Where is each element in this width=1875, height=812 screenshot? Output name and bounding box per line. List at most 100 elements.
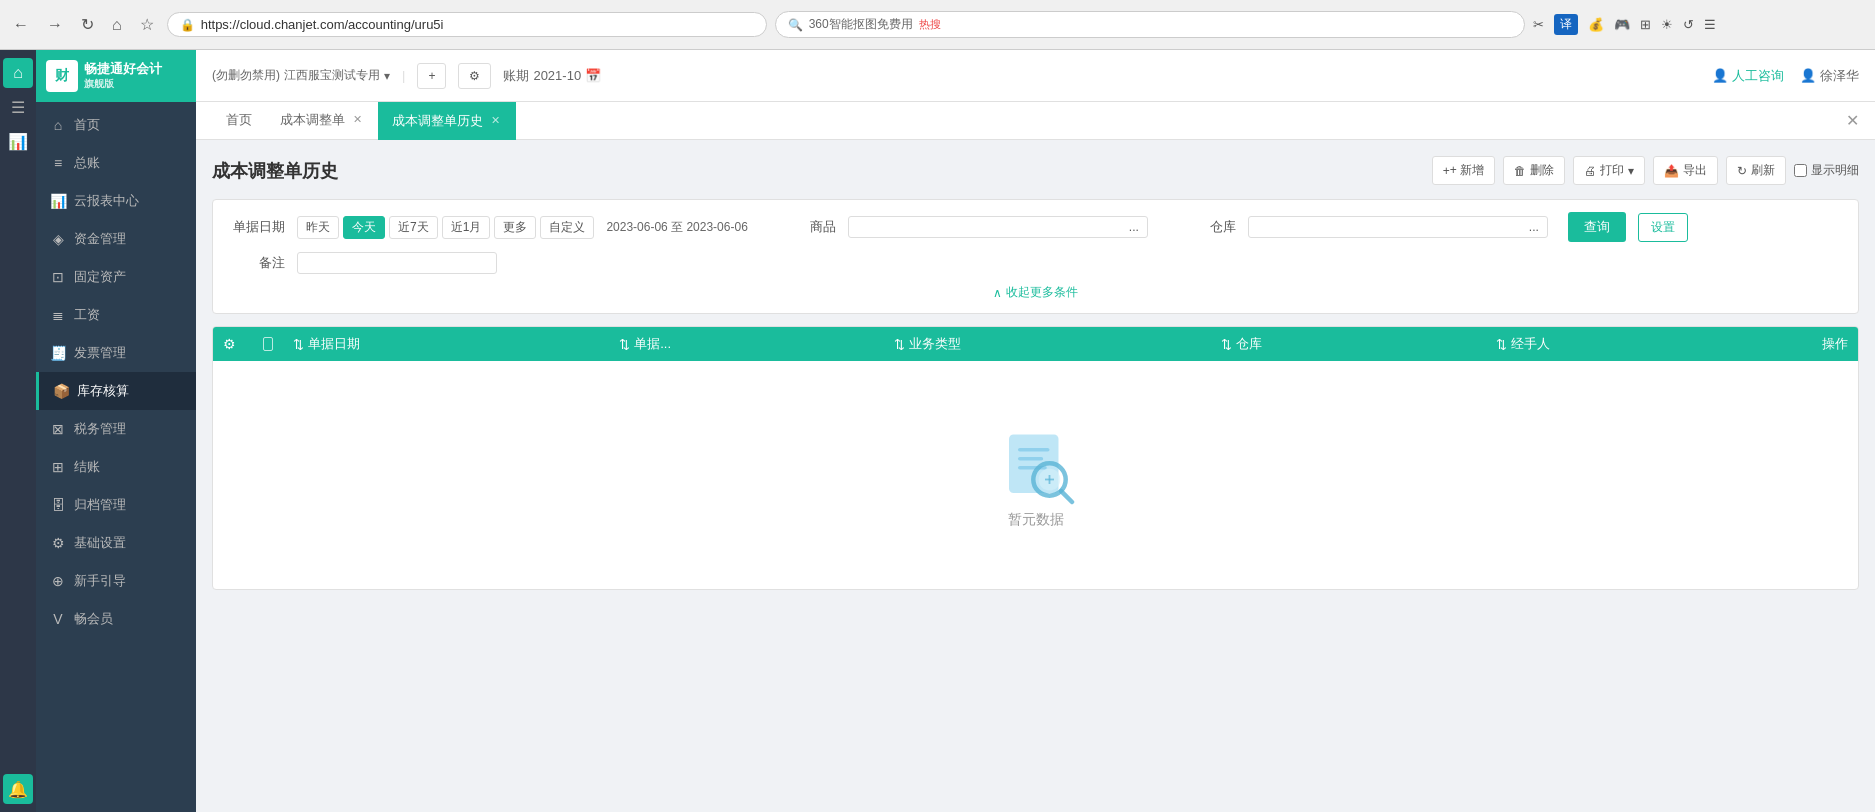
sidebar-item-finance[interactable]: ◈ 资金管理 (36, 220, 196, 258)
sidebar-item-reports[interactable]: 📊 云报表中心 (36, 182, 196, 220)
ssl-icon: 🔒 (180, 18, 195, 32)
th-checkbox[interactable] (253, 329, 283, 359)
icon-bar-chart[interactable]: 📊 (3, 126, 33, 156)
date-filter-buttons: 昨天 今天 近7天 近1月 更多 自定义 (297, 216, 594, 239)
calendar-icon[interactable]: 📅 (585, 68, 601, 83)
sidebar-item-close[interactable]: ⊞ 结账 (36, 448, 196, 486)
th-type[interactable]: ⇅ 业务类型 (884, 327, 1210, 361)
sidebar-label-member: 畅会员 (74, 610, 113, 628)
table-empty-state: 暂元数据 (213, 361, 1858, 589)
cut-icon[interactable]: ✂ (1533, 17, 1544, 32)
menu-icon[interactable]: ☰ (1704, 17, 1716, 32)
collapse-row: ∧ 收起更多条件 (229, 284, 1842, 301)
th-settings[interactable]: ⚙ (213, 328, 253, 360)
sidebar-item-assets[interactable]: ⊡ 固定资产 (36, 258, 196, 296)
collapse-icon: ∧ (993, 286, 1002, 300)
sidebar-item-inventory[interactable]: 📦 库存核算 (36, 372, 196, 410)
address-bar[interactable]: 🔒 https://cloud.chanjet.com/accounting/u… (167, 12, 767, 37)
sidebar-nav: ⌂ 首页 ≡ 总账 📊 云报表中心 ◈ 资金管理 ⊡ 固定资产 ≣ 工资 (36, 102, 196, 812)
tab-home[interactable]: 首页 (212, 102, 266, 140)
sidebar: 财 畅捷通好会计 旗舰版 ⌂ 首页 ≡ 总账 📊 云报表中心 ◈ 资金管理 (36, 50, 196, 812)
company-selector[interactable]: (勿删勿禁用) 江西服宝测试专用 ▾ (212, 67, 390, 84)
topbar: (勿删勿禁用) 江西服宝测试专用 ▾ | + ⚙ 账期 2021-10 📅 👤 … (196, 50, 1875, 102)
goods-filter-select[interactable]: ... (848, 216, 1148, 238)
user-menu[interactable]: 👤 徐泽华 (1800, 67, 1859, 85)
sidebar-item-ledger[interactable]: ≡ 总账 (36, 144, 196, 182)
sidebar-item-payroll[interactable]: ≣ 工资 (36, 296, 196, 334)
user-name: 徐泽华 (1820, 67, 1859, 85)
date-custom-btn[interactable]: 自定义 (540, 216, 594, 239)
divider-1: | (402, 68, 405, 83)
refresh-button[interactable]: ↻ (76, 13, 99, 36)
query-button[interactable]: 查询 (1568, 212, 1626, 242)
th-no[interactable]: ⇅ 单据... (609, 327, 884, 361)
date-7days-btn[interactable]: 近7天 (389, 216, 438, 239)
print-dropdown-icon: ▾ (1628, 164, 1634, 178)
date-more-btn[interactable]: 更多 (494, 216, 536, 239)
sidebar-item-member[interactable]: V 畅会员 (36, 600, 196, 638)
service-link[interactable]: 👤 人工咨询 (1712, 67, 1784, 85)
bookmark-button[interactable]: ☆ (135, 13, 159, 36)
th-date[interactable]: ⇅ 单据日期 (283, 327, 609, 361)
wallet-icon[interactable]: 💰 (1588, 17, 1604, 32)
browser-chrome: ← → ↻ ⌂ ☆ 🔒 https://cloud.chanjet.com/ac… (0, 0, 1875, 50)
theme-icon[interactable]: ☀ (1661, 17, 1673, 32)
game-icon[interactable]: 🎮 (1614, 17, 1630, 32)
svg-rect-1 (1018, 448, 1050, 452)
grid-icon[interactable]: ⊞ (1640, 17, 1651, 32)
date-today-btn[interactable]: 今天 (343, 216, 385, 239)
app-container: ⌂ ☰ 📊 🔔 财 畅捷通好会计 旗舰版 ⌂ 首页 ≡ 总账 📊 云报表中心 (0, 50, 1875, 812)
sidebar-item-invoice[interactable]: 🧾 发票管理 (36, 334, 196, 372)
translate-icon[interactable]: 译 (1554, 14, 1578, 35)
date-filter-label: 单据日期 (229, 218, 285, 236)
tab-cost-adjust-close[interactable]: ✕ (351, 113, 364, 126)
th-action: 操作 (1812, 327, 1858, 361)
sidebar-item-settings[interactable]: ⚙ 基础设置 (36, 524, 196, 562)
icon-bar-menu[interactable]: ☰ (3, 92, 33, 122)
forward-button[interactable]: → (42, 14, 68, 36)
collapse-text: 收起更多条件 (1006, 284, 1078, 301)
sidebar-item-archive[interactable]: 🗄 归档管理 (36, 486, 196, 524)
refresh-button[interactable]: ↻ 刷新 (1726, 156, 1786, 185)
goods-filter-label: 商品 (780, 218, 836, 236)
tab-cost-adjust-history[interactable]: 成本调整单历史 ✕ (378, 102, 516, 140)
print-button[interactable]: 🖨 打印 ▾ (1573, 156, 1645, 185)
empty-image (991, 421, 1081, 511)
display-detail-checkbox[interactable] (1794, 164, 1807, 177)
period-label: 账期 (503, 67, 529, 85)
collapse-button[interactable]: ∧ 收起更多条件 (993, 284, 1078, 301)
sidebar-item-tax[interactable]: ⊠ 税务管理 (36, 410, 196, 448)
tab-cost-adjust[interactable]: 成本调整单 ✕ (266, 102, 378, 140)
guide-icon: ⊕ (50, 573, 66, 589)
th-handler[interactable]: ⇅ 经手人 (1486, 327, 1812, 361)
back-button[interactable]: ← (8, 14, 34, 36)
sidebar-item-guide[interactable]: ⊕ 新手引导 (36, 562, 196, 600)
add-company-button[interactable]: + (417, 63, 446, 89)
company-note: (勿删勿禁用) (212, 67, 280, 84)
tab-cost-adjust-history-close[interactable]: ✕ (489, 114, 502, 127)
select-all-checkbox[interactable] (263, 337, 273, 351)
date-1month-btn[interactable]: 近1月 (442, 216, 491, 239)
ledger-icon: ≡ (50, 155, 66, 171)
sidebar-label-guide: 新手引导 (74, 572, 126, 590)
remark-label: 备注 (229, 254, 285, 272)
hot-label: 热搜 (919, 17, 941, 32)
display-detail-label[interactable]: 显示明细 (1794, 162, 1859, 179)
home-button[interactable]: ⌂ (107, 14, 127, 36)
sort-icon-type: ⇅ (894, 337, 905, 352)
th-warehouse[interactable]: ⇅ 仓库 (1211, 327, 1486, 361)
icon-bar-home[interactable]: ⌂ (3, 58, 33, 88)
warehouse-filter-select[interactable]: ... (1248, 216, 1548, 238)
company-settings-button[interactable]: ⚙ (458, 63, 491, 89)
add-button[interactable]: + + 新增 (1432, 156, 1495, 185)
undo-icon[interactable]: ↺ (1683, 17, 1694, 32)
add-icon: + (1443, 164, 1450, 178)
sidebar-item-home[interactable]: ⌂ 首页 (36, 106, 196, 144)
delete-button[interactable]: 🗑 删除 (1503, 156, 1565, 185)
settings-button[interactable]: 设置 (1638, 213, 1688, 242)
export-button[interactable]: 📤 导出 (1653, 156, 1718, 185)
tab-close-all[interactable]: ✕ (1846, 111, 1859, 130)
date-yesterday-btn[interactable]: 昨天 (297, 216, 339, 239)
icon-bar-notification[interactable]: 🔔 (3, 774, 33, 804)
remark-input[interactable] (297, 252, 497, 274)
